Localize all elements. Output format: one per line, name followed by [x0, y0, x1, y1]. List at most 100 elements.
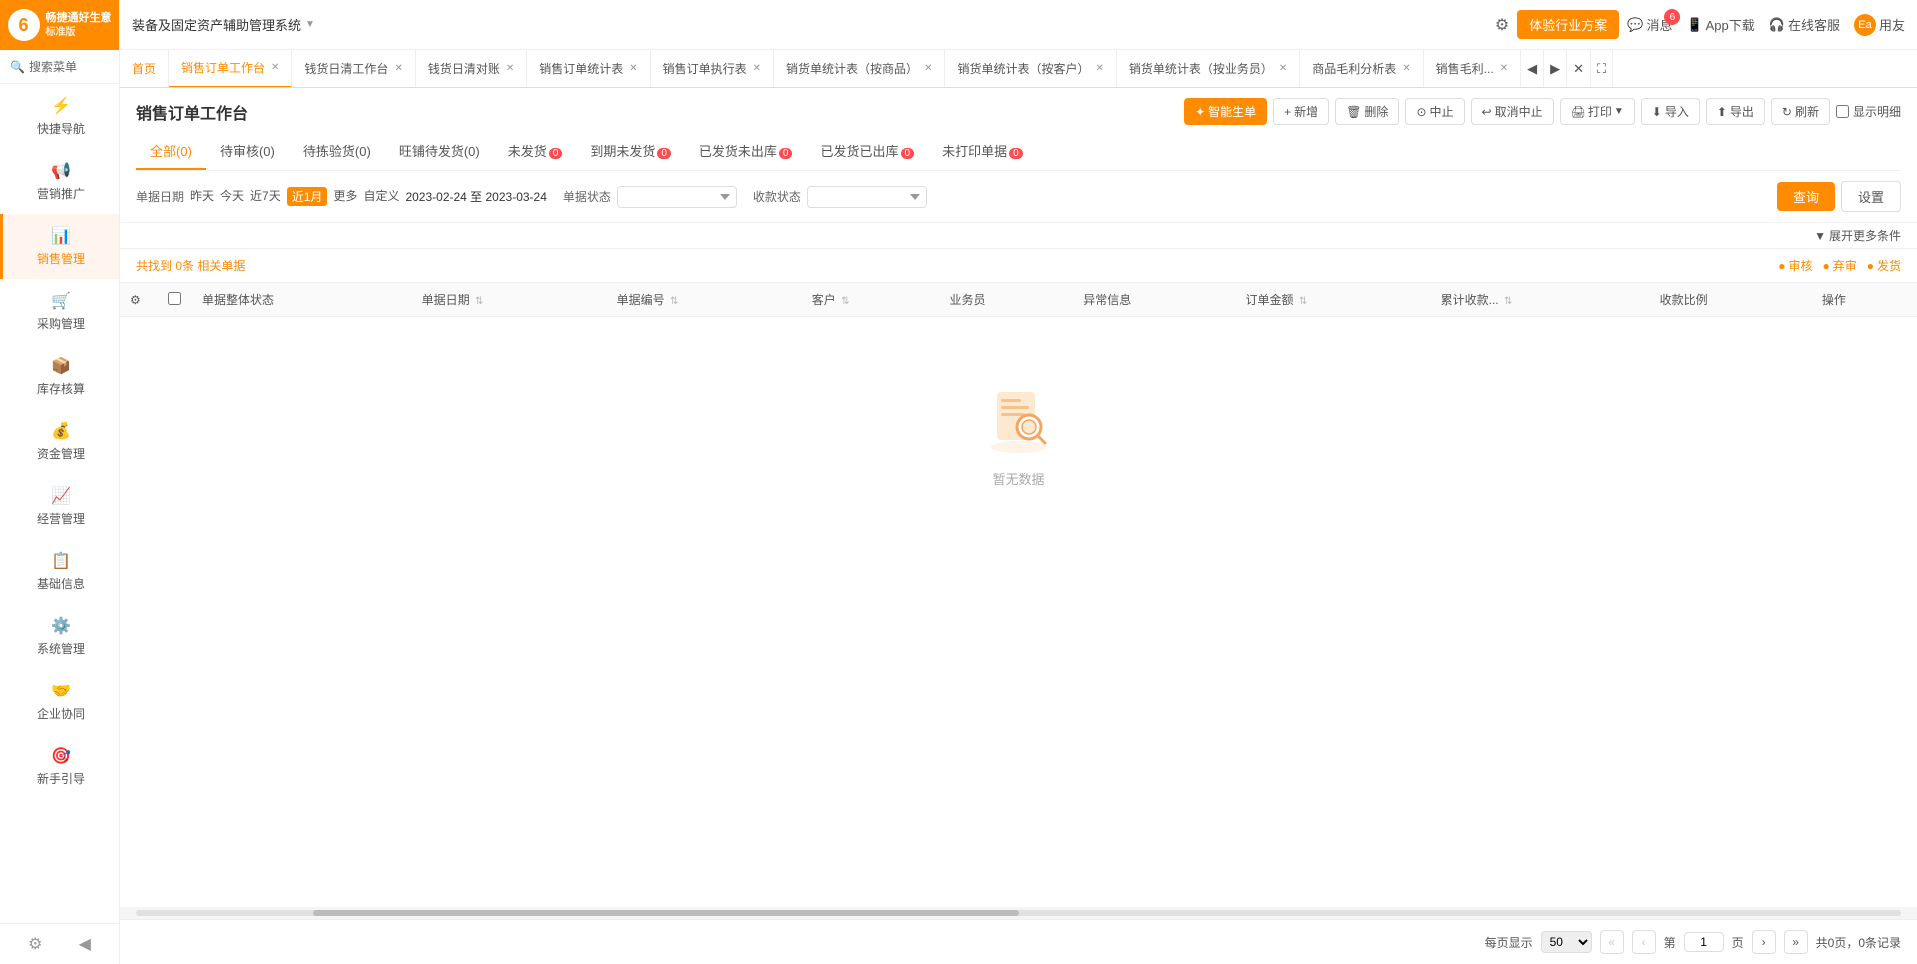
filter-payment-select[interactable]: [807, 186, 927, 208]
sidebar-item-basicinfo[interactable]: 📋 基础信息: [0, 539, 119, 604]
sub-tab-shipped-outstock[interactable]: 已发货已出库0: [806, 133, 928, 170]
th-collected[interactable]: 累计收款... ⇅: [1431, 283, 1650, 317]
tab-sales-stat[interactable]: 销售订单统计表 ✕: [527, 50, 650, 88]
tab-close-cash-daily[interactable]: ✕: [394, 63, 402, 74]
stop-button[interactable]: ⊙ 中止: [1405, 98, 1464, 125]
page-last-btn[interactable]: »: [1784, 930, 1808, 954]
th-amount[interactable]: 订单金额 ⇅: [1236, 283, 1431, 317]
tab-goods-stat-staff[interactable]: 销货单统计表（按业务员） ✕: [1117, 50, 1300, 88]
per-page-select[interactable]: 50 100 200: [1541, 931, 1592, 953]
tab-close-goods-stat-staff[interactable]: ✕: [1279, 63, 1287, 74]
tab-cash-reconcile[interactable]: 钱货日清对账 ✕: [416, 50, 527, 88]
h-scrollbar[interactable]: [120, 907, 1917, 919]
quicknav-icon: ⚡: [51, 96, 71, 116]
sub-tab-overdue-not-shipped[interactable]: 到期未发货0: [576, 133, 685, 170]
sidebar-item-quicknav[interactable]: ⚡ 快捷导航: [0, 84, 119, 149]
sidebar-item-operations[interactable]: 📈 经营管理: [0, 474, 119, 539]
filter-expand-button[interactable]: ▼ 展开更多条件: [1814, 227, 1901, 244]
sidebar-item-finance[interactable]: 💰 资金管理: [0, 409, 119, 474]
sidebar-item-guide[interactable]: 🎯 新手引导: [0, 734, 119, 799]
sidebar-item-sales[interactable]: 📊 销售管理: [0, 214, 119, 279]
tab-close-profit-analysis[interactable]: ✕: [1402, 63, 1410, 74]
refresh-button[interactable]: ↻ 刷新: [1771, 98, 1830, 125]
sub-tab-not-shipped[interactable]: 未发货0: [494, 133, 577, 170]
import-button[interactable]: ⬇ 导入: [1641, 98, 1700, 125]
set-button[interactable]: 设置: [1841, 181, 1901, 212]
sidebar-item-marketing[interactable]: 📢 营销推广: [0, 149, 119, 214]
date-link-yesterday[interactable]: 昨天: [190, 187, 214, 206]
tab-close-sales-exec[interactable]: ✕: [753, 63, 761, 74]
show-detail-checkbox[interactable]: [1836, 105, 1849, 118]
show-detail-label[interactable]: 显示明细: [1836, 103, 1901, 120]
tab-close-all[interactable]: ✕: [1567, 50, 1591, 88]
delete-button[interactable]: 🗑 删除: [1335, 98, 1399, 125]
tab-close-sales-more[interactable]: ✕: [1500, 63, 1508, 74]
tab-profit-analysis[interactable]: 商品毛利分析表 ✕: [1300, 50, 1423, 88]
tab-maximize[interactable]: ⛶: [1591, 50, 1613, 88]
tab-home[interactable]: 首页: [120, 50, 169, 88]
page-title: 销售订单工作台: [136, 100, 248, 124]
gear-icon[interactable]: ⚙: [130, 293, 141, 307]
sub-tab-shipped-not-outstock[interactable]: 已发货未出库0: [685, 133, 807, 170]
tab-close-sales-workbench[interactable]: ✕: [271, 62, 279, 73]
export-button[interactable]: ⬆ 导出: [1706, 98, 1765, 125]
sidebar-item-search[interactable]: 🔍 搜索菜单: [0, 50, 119, 84]
sidebar-item-inventory[interactable]: 📦 库存核算: [0, 344, 119, 409]
date-link-more[interactable]: 更多: [333, 187, 357, 206]
tab-nav-next[interactable]: ▶: [1544, 50, 1567, 88]
sub-tab-all[interactable]: 全部(0): [136, 133, 206, 170]
page-next-btn[interactable]: ›: [1752, 930, 1776, 954]
tab-close-cash-reconcile[interactable]: ✕: [506, 63, 514, 74]
ship-button[interactable]: ● 发货: [1867, 257, 1901, 274]
print-button[interactable]: 🖨 打印 ▼: [1560, 98, 1635, 125]
audit-button[interactable]: ● 审核: [1778, 257, 1812, 274]
message-icon-item[interactable]: 💬 消息 6: [1627, 15, 1672, 34]
sub-tab-not-printed[interactable]: 未打印单据0: [928, 133, 1037, 170]
tab-goods-stat-product[interactable]: 销货单统计表（按商品） ✕: [774, 50, 945, 88]
tab-sales-exec[interactable]: 销售订单执行表 ✕: [651, 50, 774, 88]
page-first-btn[interactable]: «: [1600, 930, 1624, 954]
sidebar-item-cooperation[interactable]: 🤝 企业协同: [0, 669, 119, 734]
app-download-item[interactable]: 📱 App下载: [1686, 15, 1754, 34]
sub-tab-pending-review[interactable]: 待审核(0): [206, 133, 289, 170]
tab-close-goods-stat-product[interactable]: ✕: [924, 63, 932, 74]
collapse-icon[interactable]: ◀: [79, 934, 91, 954]
industry-solution-button[interactable]: 体验行业方案: [1517, 10, 1619, 39]
topbar-settings-icon[interactable]: ⚙: [1495, 15, 1509, 35]
filter-status-select[interactable]: [617, 186, 737, 208]
date-link-today[interactable]: 今天: [220, 187, 244, 206]
sub-tab-wangpu-pending-ship[interactable]: 旺铺待发货(0): [385, 133, 494, 170]
date-link-custom[interactable]: 自定义: [363, 187, 399, 206]
new-button[interactable]: + 新增: [1273, 98, 1329, 125]
th-date[interactable]: 单据日期 ⇅: [412, 283, 607, 317]
tab-goods-stat-customer[interactable]: 销货单统计表（按客户） ✕: [945, 50, 1116, 88]
settings-bottom-icon[interactable]: ⚙: [28, 934, 42, 954]
select-all-checkbox[interactable]: [168, 292, 181, 305]
message-badge: 6: [1664, 9, 1680, 25]
tab-close-sales-stat[interactable]: ✕: [629, 63, 637, 74]
date-link-7days[interactable]: 近7天: [250, 187, 281, 206]
sub-tab-pending-inspect[interactable]: 待拣验货(0): [289, 133, 385, 170]
filter-status-group: 单据状态: [563, 186, 737, 208]
sidebar-item-purchase[interactable]: 🛒 采购管理: [0, 279, 119, 344]
ai-gen-button[interactable]: ✦ 智能生单: [1184, 98, 1267, 125]
tab-close-goods-stat-customer[interactable]: ✕: [1095, 63, 1103, 74]
system-title-dropdown[interactable]: 装备及固定资产辅助管理系统 ▼: [132, 15, 315, 34]
date-link-1month[interactable]: 近1月: [287, 187, 328, 206]
th-number[interactable]: 单据编号 ⇅: [607, 283, 802, 317]
tab-sales-workbench[interactable]: 销售订单工作台 ✕: [169, 50, 292, 88]
shipped-not-outstock-badge: 0: [779, 148, 793, 159]
page-input[interactable]: [1684, 932, 1724, 952]
user-item[interactable]: Ea 用友: [1854, 14, 1905, 36]
h-scrollbar-thumb[interactable]: [313, 910, 1019, 916]
th-customer[interactable]: 客户 ⇅: [802, 283, 940, 317]
page-prev-btn[interactable]: ‹: [1632, 930, 1656, 954]
tab-sales-more[interactable]: 销售毛利... ✕: [1424, 50, 1521, 88]
cancel-stop-button[interactable]: ↩ 取消中止: [1471, 98, 1554, 125]
revoke-button[interactable]: ● 弃审: [1822, 257, 1856, 274]
tab-nav-prev[interactable]: ◀: [1521, 50, 1544, 88]
query-button[interactable]: 查询: [1777, 182, 1835, 211]
online-service-item[interactable]: 🎧 在线客服: [1769, 15, 1840, 34]
sidebar-item-sysconfig[interactable]: ⚙️ 系统管理: [0, 604, 119, 669]
tab-cash-daily[interactable]: 钱货日清工作台 ✕: [292, 50, 415, 88]
